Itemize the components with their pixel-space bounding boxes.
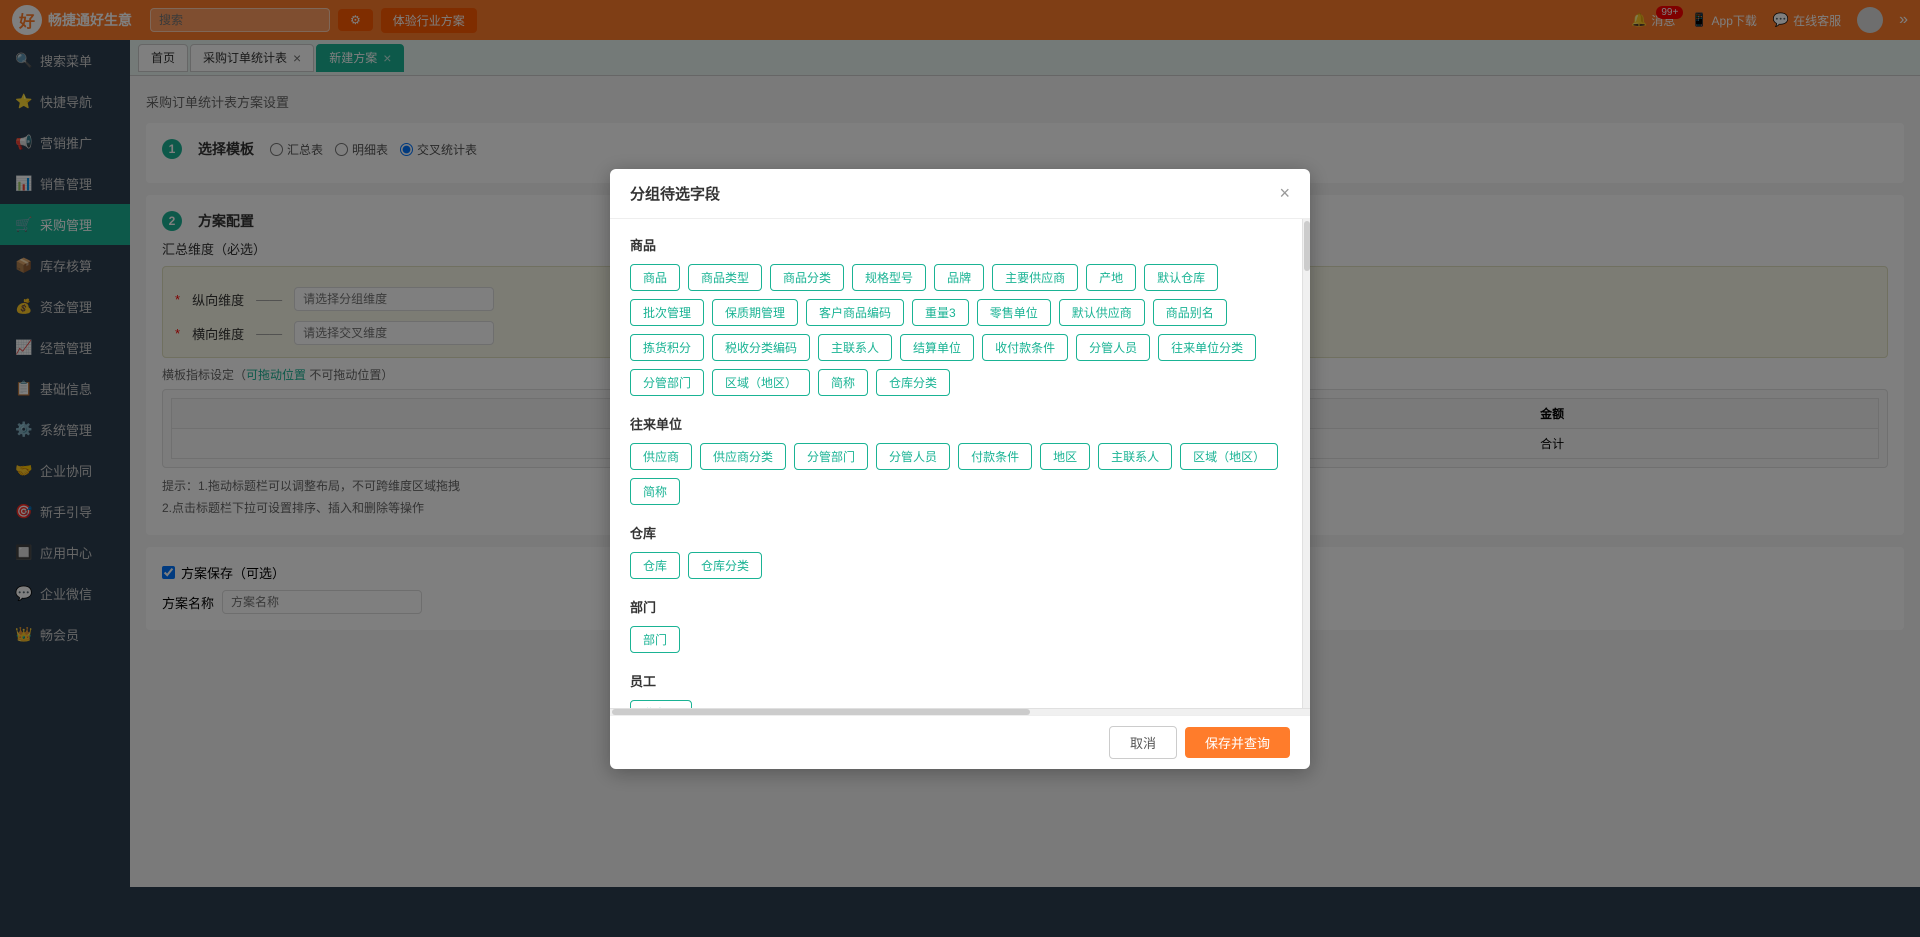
modal-overlay: 分组待选字段 × 商品 商品 商品类型 商品分类 规格型号 品牌 主要供应商 产…: [0, 0, 1920, 937]
section-employee: 员工 业务员: [630, 671, 1282, 708]
tag-supplier-category[interactable]: 供应商分类: [700, 443, 786, 470]
tag-shelf-life[interactable]: 保质期管理: [712, 299, 798, 326]
tag-goods-category[interactable]: 商品分类: [770, 264, 844, 291]
tag-goods-alias[interactable]: 商品别名: [1153, 299, 1227, 326]
section-warehouse-title: 仓库: [630, 523, 1282, 542]
modal-scrollbar[interactable]: [1302, 219, 1310, 708]
tag-brand[interactable]: 品牌: [934, 264, 984, 291]
section-dept: 部门 部门: [630, 597, 1282, 653]
modal-header: 分组待选字段 ×: [610, 169, 1310, 219]
tag-short-name-2[interactable]: 简称: [630, 478, 680, 505]
tag-batch-mgmt[interactable]: 批次管理: [630, 299, 704, 326]
modal-scroll-thumb: [1304, 221, 1310, 271]
tag-payment-cond[interactable]: 付款条件: [958, 443, 1032, 470]
tag-default-warehouse[interactable]: 默认仓库: [1144, 264, 1218, 291]
tag-main-contact-2[interactable]: 主联系人: [1098, 443, 1172, 470]
tag-region-2[interactable]: 区域（地区）: [1180, 443, 1278, 470]
tag-customer-code[interactable]: 客户商品编码: [806, 299, 904, 326]
section-partner: 往来单位 供应商 供应商分类 分管部门 分管人员 付款条件 地区 主联系人 区域…: [630, 414, 1282, 505]
tag-weight[interactable]: 重量3: [912, 299, 969, 326]
modal-footer: 取消 保存并查询: [610, 715, 1310, 769]
section-employee-title: 员工: [630, 671, 1282, 690]
tag-settlement-unit[interactable]: 结算单位: [900, 334, 974, 361]
tag-pick-points[interactable]: 拣货积分: [630, 334, 704, 361]
tag-retail-unit[interactable]: 零售单位: [977, 299, 1051, 326]
tag-short-name[interactable]: 简称: [818, 369, 868, 396]
tag-spec-model[interactable]: 规格型号: [852, 264, 926, 291]
confirm-btn[interactable]: 保存并查询: [1185, 727, 1290, 758]
section-warehouse: 仓库 仓库 仓库分类: [630, 523, 1282, 579]
tag-warehouse-cat[interactable]: 仓库分类: [688, 552, 762, 579]
tag-supervisor[interactable]: 分管人员: [1076, 334, 1150, 361]
tag-partner-category[interactable]: 往来单位分类: [1158, 334, 1256, 361]
tag-dept-managed-2[interactable]: 分管部门: [794, 443, 868, 470]
tag-origin[interactable]: 产地: [1086, 264, 1136, 291]
modal-inner: 商品 商品 商品类型 商品分类 规格型号 品牌 主要供应商 产地 默认仓库 批次…: [610, 219, 1310, 708]
tag-warehouse[interactable]: 仓库: [630, 552, 680, 579]
tag-region[interactable]: 区域（地区）: [712, 369, 810, 396]
tag-supervisor-2[interactable]: 分管人员: [876, 443, 950, 470]
section-employee-tags: 业务员: [630, 700, 1282, 708]
tag-default-supplier[interactable]: 默认供应商: [1059, 299, 1145, 326]
section-dept-title: 部门: [630, 597, 1282, 616]
cancel-btn[interactable]: 取消: [1109, 726, 1177, 759]
section-goods-tags: 商品 商品类型 商品分类 规格型号 品牌 主要供应商 产地 默认仓库 批次管理 …: [630, 264, 1282, 396]
tag-warehouse-category[interactable]: 仓库分类: [876, 369, 950, 396]
section-dept-tags: 部门: [630, 626, 1282, 653]
tag-area[interactable]: 地区: [1040, 443, 1090, 470]
tag-goods-type[interactable]: 商品类型: [688, 264, 762, 291]
section-partner-title: 往来单位: [630, 414, 1282, 433]
tag-dept[interactable]: 部门: [630, 626, 680, 653]
section-goods: 商品 商品 商品类型 商品分类 规格型号 品牌 主要供应商 产地 默认仓库 批次…: [630, 235, 1282, 396]
section-warehouse-tags: 仓库 仓库分类: [630, 552, 1282, 579]
tag-salesperson[interactable]: 业务员: [630, 700, 692, 708]
tag-dept-managed[interactable]: 分管部门: [630, 369, 704, 396]
tag-tax-code[interactable]: 税收分类编码: [712, 334, 810, 361]
tag-main-supplier[interactable]: 主要供应商: [992, 264, 1078, 291]
modal-body: 商品 商品 商品类型 商品分类 规格型号 品牌 主要供应商 产地 默认仓库 批次…: [610, 219, 1302, 708]
modal-close-btn[interactable]: ×: [1279, 184, 1290, 202]
tag-goods[interactable]: 商品: [630, 264, 680, 291]
tag-supplier[interactable]: 供应商: [630, 443, 692, 470]
section-goods-title: 商品: [630, 235, 1282, 254]
modal-h-scroll[interactable]: [610, 708, 1310, 715]
modal-dialog: 分组待选字段 × 商品 商品 商品类型 商品分类 规格型号 品牌 主要供应商 产…: [610, 169, 1310, 769]
modal-title: 分组待选字段: [630, 183, 720, 204]
section-partner-tags: 供应商 供应商分类 分管部门 分管人员 付款条件 地区 主联系人 区域（地区） …: [630, 443, 1282, 505]
tag-payment-terms[interactable]: 收付款条件: [982, 334, 1068, 361]
tag-main-contact[interactable]: 主联系人: [818, 334, 892, 361]
